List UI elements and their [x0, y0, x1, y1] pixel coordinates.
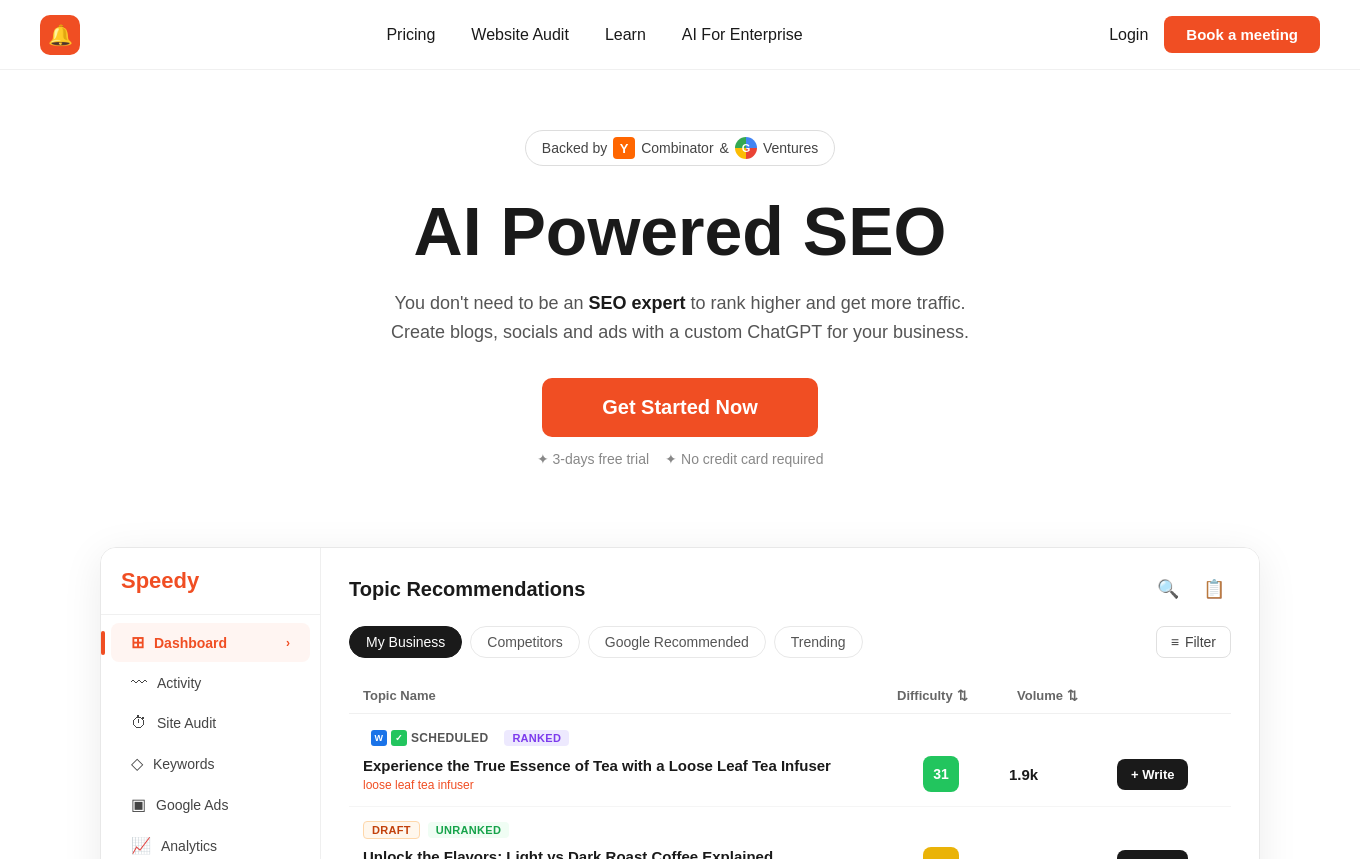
sidebar-item-site-audit[interactable]: ⏱ Site Audit: [111, 704, 310, 742]
difficulty-badge: 53: [923, 847, 959, 859]
main-actions: 🔍 📋: [1151, 572, 1231, 606]
site-audit-icon: ⏱: [131, 714, 147, 732]
tabs-bar: My Business Competitors Google Recommend…: [349, 626, 1231, 658]
nav-ai-enterprise[interactable]: AI For Enterprise: [682, 26, 803, 44]
topic-tags: W ✓ SCHEDULED RANKED: [363, 728, 1217, 748]
write-button[interactable]: + Write: [1117, 759, 1188, 790]
ventures-text: Ventures: [763, 140, 818, 156]
backed-badge: Backed by Y Combinator & G Ventures: [525, 130, 835, 166]
sidebar-label-dashboard: Dashboard: [154, 635, 227, 651]
check-icon: ✓: [391, 730, 407, 746]
login-link[interactable]: Login: [1109, 26, 1148, 44]
topic-tags: DRAFT UNRANKED: [363, 821, 1217, 839]
nav-pricing[interactable]: Pricing: [386, 26, 435, 44]
nav-links: Pricing Website Audit Learn AI For Enter…: [386, 26, 802, 44]
sidebar-item-analytics[interactable]: 📈 Analytics: [111, 826, 310, 859]
yc-logo: Y: [613, 137, 635, 159]
nav-learn[interactable]: Learn: [605, 26, 646, 44]
table-row: DRAFT UNRANKED Unlock the Flavors: Light…: [349, 807, 1231, 859]
export-button[interactable]: 📋: [1197, 572, 1231, 606]
sidebar-label-site-audit: Site Audit: [157, 715, 216, 731]
sidebar-item-google-ads[interactable]: ▣ Google Ads: [111, 785, 310, 824]
dashboard-icon: ⊞: [131, 633, 144, 652]
tab-my-business[interactable]: My Business: [349, 626, 462, 658]
table-row: W ✓ SCHEDULED RANKED Experience the True…: [349, 714, 1231, 807]
scheduled-tag: W ✓ SCHEDULED: [363, 728, 496, 748]
google-logo: G: [735, 137, 757, 159]
no-credit-card-text: ✦ No credit card required: [665, 451, 823, 467]
main-header: Topic Recommendations 🔍 📋: [349, 572, 1231, 606]
get-started-button[interactable]: Get Started Now: [542, 378, 818, 437]
topic-keyword: loose leaf tea infuser: [363, 778, 873, 792]
col-actions: [1117, 688, 1217, 703]
draft-tag: DRAFT: [363, 821, 420, 839]
sidebar-label-analytics: Analytics: [161, 838, 217, 854]
hero-heading: AI Powered SEO: [20, 194, 1340, 269]
topic-title: Unlock the Flavors: Light vs Dark Roast …: [363, 848, 873, 859]
activity-icon: 〰: [131, 674, 147, 692]
difficulty-badge: 31: [923, 756, 959, 792]
table-header: Topic Name Difficulty ⇅ Volume ⇅: [349, 678, 1231, 714]
sidebar: Speedy ⊞ Dashboard › 〰 Activity ⏱ Site A…: [101, 548, 321, 859]
keywords-icon: ◇: [131, 754, 143, 773]
tab-trending[interactable]: Trending: [774, 626, 863, 658]
filter-label: Filter: [1185, 634, 1216, 650]
app-preview: Speedy ⊞ Dashboard › 〰 Activity ⏱ Site A…: [100, 547, 1260, 859]
tab-competitors[interactable]: Competitors: [470, 626, 579, 658]
logo[interactable]: 🔔: [40, 15, 80, 55]
chevron-right-icon: ›: [286, 636, 290, 650]
sidebar-label-keywords: Keywords: [153, 756, 214, 772]
ranked-tag: RANKED: [504, 730, 569, 746]
wordpress-icon: W: [371, 730, 387, 746]
sidebar-item-keywords[interactable]: ◇ Keywords: [111, 744, 310, 783]
sidebar-divider: [101, 614, 320, 615]
write-button[interactable]: + Write: [1117, 850, 1188, 859]
topic-row-grid: Experience the True Essence of Tea with …: [363, 756, 1217, 792]
free-trial-text: ✦ 3-days free trial: [537, 451, 649, 467]
combinator-text: Combinator: [641, 140, 713, 156]
col-volume[interactable]: Volume ⇅: [1017, 688, 1117, 703]
search-button[interactable]: 🔍: [1151, 572, 1185, 606]
page-title: Topic Recommendations: [349, 578, 585, 601]
volume-value: 1.9k: [1009, 766, 1109, 783]
col-topic-name: Topic Name: [363, 688, 897, 703]
hero-sub: ✦ 3-days free trial ✦ No credit card req…: [20, 451, 1340, 467]
nav-actions: Login Book a meeting: [1109, 16, 1320, 53]
unranked-tag: UNRANKED: [428, 822, 509, 838]
sidebar-label-activity: Activity: [157, 675, 201, 691]
nav-website-audit[interactable]: Website Audit: [471, 26, 569, 44]
main-content: Topic Recommendations 🔍 📋 My Business Co…: [321, 548, 1259, 859]
badge-backed-text: Backed by: [542, 140, 607, 156]
topic-title: Experience the True Essence of Tea with …: [363, 757, 873, 774]
topic-row-grid: Unlock the Flavors: Light vs Dark Roast …: [363, 847, 1217, 859]
sidebar-label-google-ads: Google Ads: [156, 797, 228, 813]
badge-amp: &: [720, 140, 729, 156]
hero-section: Backed by Y Combinator & G Ventures AI P…: [0, 70, 1360, 507]
sidebar-item-activity[interactable]: 〰 Activity: [111, 664, 310, 702]
filter-button[interactable]: ≡ Filter: [1156, 626, 1231, 658]
tab-google-recommended[interactable]: Google Recommended: [588, 626, 766, 658]
tab-group: My Business Competitors Google Recommend…: [349, 626, 863, 658]
analytics-icon: 📈: [131, 836, 151, 855]
col-difficulty[interactable]: Difficulty ⇅: [897, 688, 1017, 703]
sidebar-item-dashboard[interactable]: ⊞ Dashboard ›: [111, 623, 310, 662]
filter-icon: ≡: [1171, 634, 1179, 650]
hero-desc: You don't need to be an SEO expert to ra…: [20, 289, 1340, 347]
google-ads-icon: ▣: [131, 795, 146, 814]
navbar: 🔔 Pricing Website Audit Learn AI For Ent…: [0, 0, 1360, 70]
sidebar-logo: Speedy: [101, 568, 320, 614]
book-meeting-button[interactable]: Book a meeting: [1164, 16, 1320, 53]
